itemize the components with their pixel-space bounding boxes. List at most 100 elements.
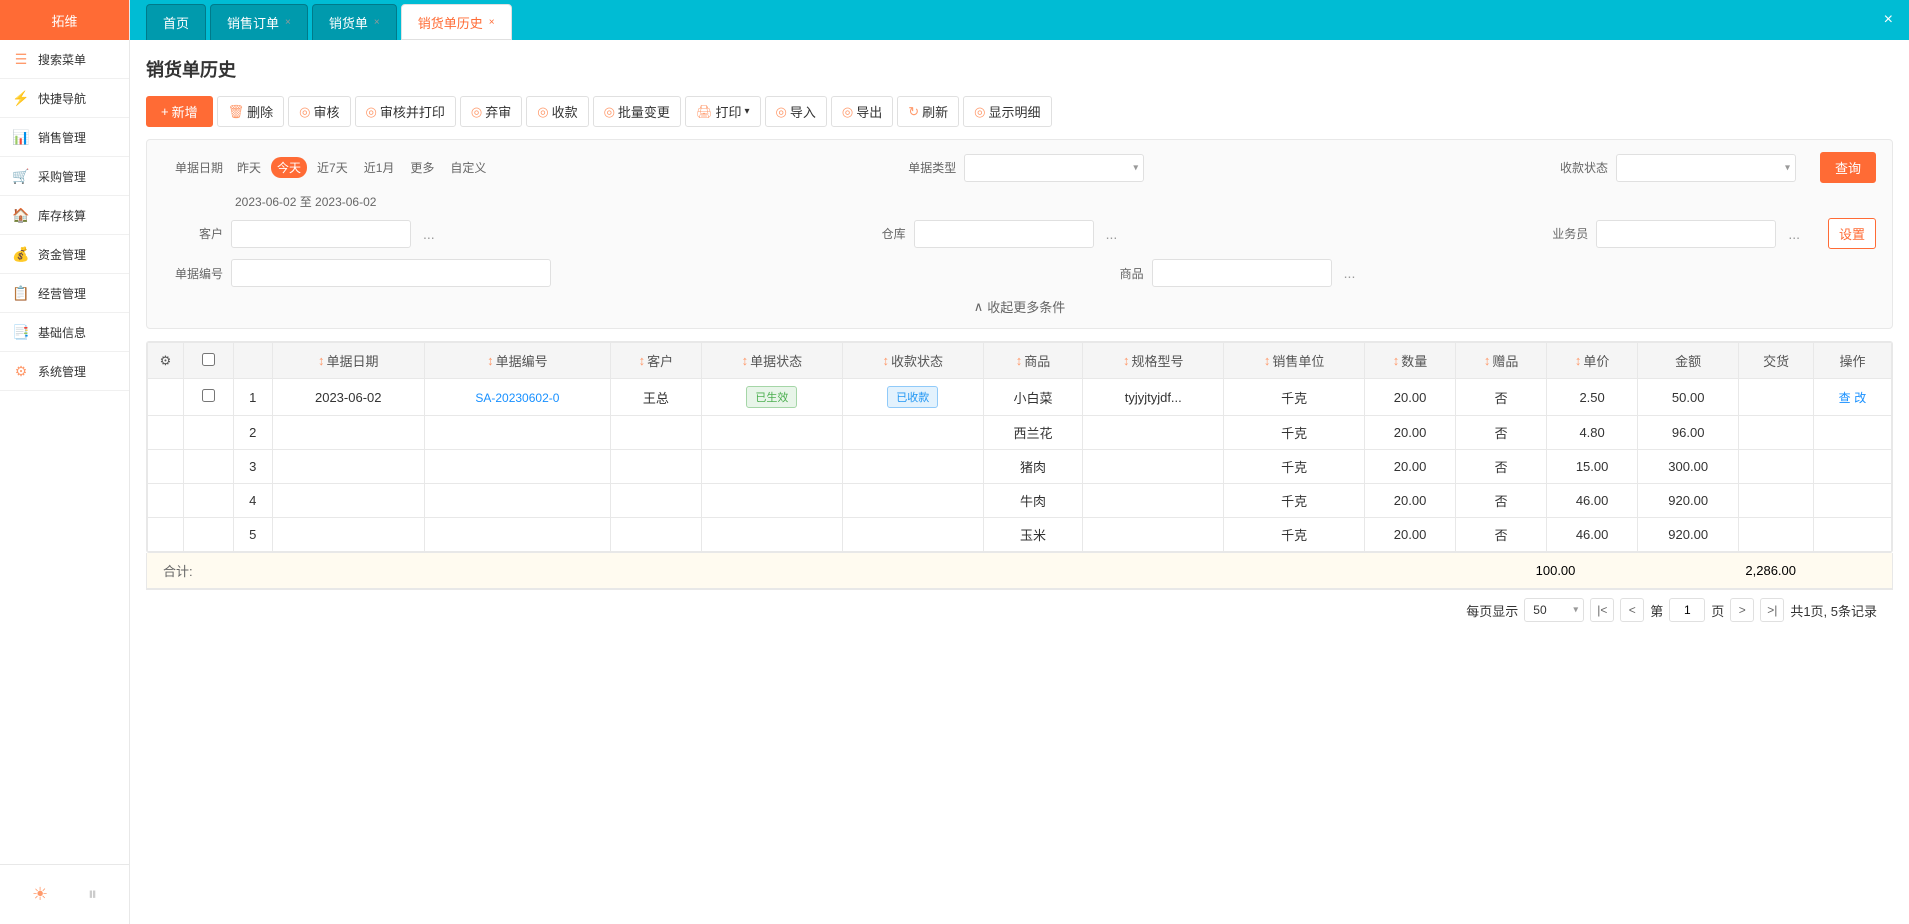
cell-docno[interactable] bbox=[424, 484, 610, 518]
purchase-mgmt-icon: 🛒 bbox=[12, 167, 30, 185]
sidebar-bottom-icon2[interactable]: ⏸ bbox=[88, 884, 97, 905]
edit-action[interactable]: 改 bbox=[1854, 391, 1866, 405]
th-pay-status[interactable]: ↕收款状态 bbox=[842, 343, 983, 379]
system-mgmt-icon: ⚙ bbox=[12, 362, 30, 380]
sidebar-item-purchase-mgmt[interactable]: 🛒 采购管理 bbox=[0, 157, 129, 196]
audit-button[interactable]: ◎ 审核 bbox=[288, 96, 350, 127]
sidebar-item-sales-mgmt[interactable]: 📊 销售管理 bbox=[0, 118, 129, 157]
warehouse-dots[interactable]: ... bbox=[1102, 226, 1122, 242]
employee-input[interactable] bbox=[1596, 220, 1776, 248]
th-unit[interactable]: ↕销售单位 bbox=[1224, 343, 1365, 379]
audit-print-button[interactable]: ◎ 审核并打印 bbox=[355, 96, 456, 127]
per-page-select[interactable]: 50 100 bbox=[1524, 598, 1584, 622]
tab-sales-history[interactable]: 销货单历史 × bbox=[401, 4, 512, 40]
query-button[interactable]: 查询 bbox=[1820, 152, 1876, 183]
cell-action[interactable] bbox=[1813, 518, 1891, 552]
date-range-display: 2023-06-02 至 2023-06-02 bbox=[163, 193, 1876, 210]
tab-sales-goods-close[interactable]: × bbox=[374, 17, 380, 28]
date-tag-1month[interactable]: 近1月 bbox=[358, 157, 401, 178]
tab-home[interactable]: 首页 bbox=[146, 4, 206, 40]
cell-action[interactable]: 查 改 bbox=[1813, 379, 1891, 416]
cell-docno[interactable] bbox=[424, 416, 610, 450]
last-page-button[interactable]: >| bbox=[1760, 598, 1784, 622]
sidebar-item-system-mgmt[interactable]: ⚙ 系统管理 bbox=[0, 352, 129, 391]
employee-dots[interactable]: ... bbox=[1784, 226, 1804, 242]
import-button[interactable]: ◎ 导入 bbox=[765, 96, 827, 127]
docno-link[interactable]: SA-20230602-0 bbox=[475, 391, 559, 405]
th-spec[interactable]: ↕规格型号 bbox=[1083, 343, 1224, 379]
sidebar-item-search-menu[interactable]: ☰ 搜索菜单 bbox=[0, 40, 129, 79]
settings-button[interactable]: 设置 bbox=[1828, 218, 1876, 249]
docno-input[interactable] bbox=[231, 259, 551, 287]
total-info: 共1页, 5条记录 bbox=[1790, 601, 1877, 620]
refresh-button[interactable]: ↻ 刷新 bbox=[897, 96, 959, 127]
sidebar: 拓维 ☰ 搜索菜单 ⚡ 快捷导航 📊 销售管理 🛒 采购管理 🏠 库存核算 💰 … bbox=[0, 0, 130, 924]
tab-sales-history-close[interactable]: × bbox=[489, 17, 495, 28]
sidebar-item-inventory[interactable]: 🏠 库存核算 bbox=[0, 196, 129, 235]
cell-docno[interactable] bbox=[424, 450, 610, 484]
print-icon: 🖨 bbox=[696, 104, 713, 120]
first-page-button[interactable]: |< bbox=[1590, 598, 1614, 622]
date-tag-7days[interactable]: 近7天 bbox=[311, 157, 354, 178]
date-tag-today[interactable]: 今天 bbox=[271, 157, 307, 178]
prev-page-button[interactable]: < bbox=[1620, 598, 1644, 622]
tab-sales-order[interactable]: 销售订单 × bbox=[210, 4, 308, 40]
date-tag-custom[interactable]: 自定义 bbox=[444, 157, 492, 178]
tab-sales-order-close[interactable]: × bbox=[285, 17, 291, 28]
page-number-input[interactable] bbox=[1669, 598, 1705, 622]
pay-status-select[interactable] bbox=[1616, 154, 1796, 182]
abandon-button[interactable]: ◎ 弃审 bbox=[460, 96, 522, 127]
th-doc-status[interactable]: ↕单据状态 bbox=[701, 343, 842, 379]
sort-icon: ↕ bbox=[1484, 353, 1491, 368]
print-button[interactable]: 🖨 打印 ▾ bbox=[685, 96, 761, 127]
collapse-button[interactable]: ∧ 收起更多条件 bbox=[163, 297, 1876, 316]
th-price[interactable]: ↕单价 bbox=[1547, 343, 1638, 379]
sidebar-item-label: 系统管理 bbox=[38, 363, 86, 380]
type-label: 单据类型 bbox=[896, 159, 956, 176]
view-action[interactable]: 查 bbox=[1839, 391, 1851, 405]
select-all-checkbox[interactable] bbox=[202, 353, 215, 366]
show-detail-button[interactable]: ◎ 显示明细 bbox=[963, 96, 1051, 127]
th-settings[interactable]: ⚙ bbox=[148, 343, 184, 379]
cell-docno[interactable]: SA-20230602-0 bbox=[424, 379, 610, 416]
th-date[interactable]: ↕单据日期 bbox=[272, 343, 424, 379]
window-close-button[interactable]: × bbox=[1884, 11, 1893, 29]
row-checkbox[interactable] bbox=[202, 389, 215, 402]
cell-docno[interactable] bbox=[424, 518, 610, 552]
goods-input[interactable] bbox=[1152, 259, 1332, 287]
th-docno[interactable]: ↕单据编号 bbox=[424, 343, 610, 379]
type-select[interactable] bbox=[964, 154, 1144, 182]
cell-goods: 小白菜 bbox=[983, 379, 1083, 416]
tab-sales-goods[interactable]: 销货单 × bbox=[312, 4, 397, 40]
customer-input[interactable] bbox=[231, 220, 411, 248]
page-suffix: 页 bbox=[1711, 601, 1724, 620]
sort-icon: ↕ bbox=[639, 353, 646, 368]
date-tag-yesterday[interactable]: 昨天 bbox=[231, 157, 267, 178]
cell-amount: 920.00 bbox=[1638, 484, 1739, 518]
th-goods[interactable]: ↕商品 bbox=[983, 343, 1083, 379]
cell-action[interactable] bbox=[1813, 450, 1891, 484]
date-label: 单据日期 bbox=[163, 159, 223, 176]
cell-unit: 千克 bbox=[1224, 484, 1365, 518]
th-qty[interactable]: ↕数量 bbox=[1365, 343, 1456, 379]
cell-action[interactable] bbox=[1813, 416, 1891, 450]
goods-dots[interactable]: ... bbox=[1340, 265, 1360, 281]
customer-dots[interactable]: ... bbox=[419, 226, 439, 242]
new-button[interactable]: + 新增 bbox=[146, 96, 213, 127]
sidebar-bottom-icon1[interactable]: ☀ bbox=[32, 884, 48, 905]
collect-button[interactable]: ◎ 收款 bbox=[526, 96, 588, 127]
sidebar-item-operation[interactable]: 📋 经营管理 bbox=[0, 274, 129, 313]
delete-button[interactable]: 🗑 删除 bbox=[217, 96, 285, 127]
cell-action[interactable] bbox=[1813, 484, 1891, 518]
warehouse-input[interactable] bbox=[914, 220, 1094, 248]
next-page-button[interactable]: > bbox=[1730, 598, 1754, 622]
sidebar-item-basic-info[interactable]: 📑 基础信息 bbox=[0, 313, 129, 352]
new-icon: + bbox=[161, 104, 169, 119]
th-gift[interactable]: ↕赠品 bbox=[1456, 343, 1547, 379]
date-tag-more[interactable]: 更多 bbox=[404, 157, 440, 178]
sidebar-item-finance[interactable]: 💰 资金管理 bbox=[0, 235, 129, 274]
batch-change-button[interactable]: ◎ 批量变更 bbox=[593, 96, 681, 127]
sidebar-item-quick-nav[interactable]: ⚡ 快捷导航 bbox=[0, 79, 129, 118]
th-customer[interactable]: ↕客户 bbox=[610, 343, 701, 379]
export-button[interactable]: ◎ 导出 bbox=[831, 96, 893, 127]
